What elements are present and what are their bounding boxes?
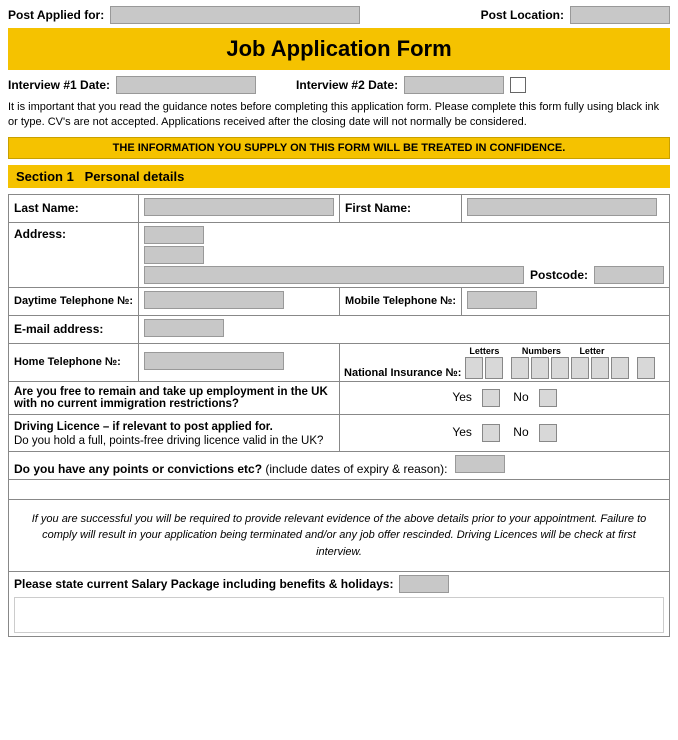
last-name-input[interactable]	[144, 198, 334, 216]
ni-box-l1[interactable]	[465, 357, 483, 379]
driving-licence-no-checkbox[interactable]	[539, 424, 557, 442]
salary-label: Please state current Salary Package incl…	[14, 577, 393, 591]
convictions-cell: Do you have any points or convictions et…	[9, 451, 670, 479]
address-cell: Postcode:	[139, 222, 670, 287]
daytime-tel-cell	[139, 287, 340, 315]
salary-extra-space	[14, 597, 664, 633]
ni-box-n5[interactable]	[591, 357, 609, 379]
section1-header: Section 1 Personal details	[8, 165, 670, 188]
address-input-1[interactable]	[144, 226, 204, 244]
postcode-label: Postcode:	[530, 268, 588, 282]
daytime-tel-label: Daytime Telephone №:	[9, 287, 139, 315]
table-row: E-mail address:	[9, 315, 670, 343]
email-input[interactable]	[144, 319, 224, 337]
post-applied-label: Post Applied for:	[8, 8, 104, 22]
table-row: Last Name: First Name:	[9, 194, 670, 222]
italic-note-text: If you are successful you will be requir…	[14, 503, 664, 569]
salary-cell: Please state current Salary Package incl…	[9, 572, 670, 637]
ni-letters-header: Letters	[465, 346, 503, 356]
ni-box-n4[interactable]	[571, 357, 589, 379]
table-row: Please state current Salary Package incl…	[9, 572, 670, 637]
address-label: Address:	[9, 222, 139, 287]
driving-licence-label: Driving Licence – if relevant to post ap…	[14, 419, 334, 435]
ni-numbers-header: Numbers	[505, 346, 577, 356]
driving-licence-yes-label: Yes	[452, 425, 472, 439]
convictions-label: Do you have any points or convictions et…	[14, 462, 262, 476]
table-row: Are you free to remain and take up emplo…	[9, 381, 670, 414]
free-to-remain-no-label: No	[513, 390, 528, 404]
ni-letter-header: Letter	[579, 346, 597, 356]
post-applied-input[interactable]	[110, 6, 360, 24]
mobile-tel-label: Mobile Telephone №:	[340, 287, 462, 315]
post-location-label: Post Location:	[481, 8, 564, 22]
table-row: Driving Licence – if relevant to post ap…	[9, 414, 670, 451]
home-tel-input[interactable]	[144, 352, 284, 370]
free-to-remain-yesno: Yes No	[340, 381, 670, 414]
home-tel-label: Home Telephone №:	[9, 343, 139, 381]
table-row: Daytime Telephone №: Mobile Telephone №:	[9, 287, 670, 315]
salary-input[interactable]	[399, 575, 449, 593]
first-name-cell	[462, 194, 670, 222]
table-row: If you are successful you will be requir…	[9, 499, 670, 572]
ni-box-l2[interactable]	[485, 357, 503, 379]
interview2-input[interactable]	[404, 76, 504, 94]
mobile-tel-cell	[462, 287, 670, 315]
convictions-input[interactable]	[455, 455, 505, 473]
form-title: Job Application Form	[8, 28, 670, 70]
ni-box-n1[interactable]	[511, 357, 529, 379]
address-input-3[interactable]	[144, 266, 524, 284]
first-name-input[interactable]	[467, 198, 657, 216]
email-cell	[139, 315, 670, 343]
address-input-2[interactable]	[144, 246, 204, 264]
table-row: Home Telephone №: National Insurance №: …	[9, 343, 670, 381]
checkbox-interview2[interactable]	[510, 77, 526, 93]
ni-box-n3[interactable]	[551, 357, 569, 379]
interview2-label: Interview #2 Date:	[296, 78, 398, 92]
table-row: Do you have any points or convictions et…	[9, 451, 670, 479]
table-row	[9, 479, 670, 499]
convictions-extra-space	[9, 479, 670, 499]
free-to-remain-yes-checkbox[interactable]	[482, 389, 500, 407]
email-label: E-mail address:	[9, 315, 139, 343]
free-to-remain-no-checkbox[interactable]	[539, 389, 557, 407]
driving-licence-yes-checkbox[interactable]	[482, 424, 500, 442]
free-to-remain-yes-label: Yes	[452, 390, 472, 404]
driving-licence-sublabel: Do you hold a full, points-free driving …	[14, 435, 334, 447]
ni-cell: National Insurance №: Letters Numbers Le…	[340, 343, 670, 381]
free-to-remain-cell: Are you free to remain and take up emplo…	[9, 381, 340, 414]
first-name-label: First Name:	[340, 194, 462, 222]
personal-details-table: Last Name: First Name: Address: Postcode…	[8, 194, 670, 638]
driving-licence-cell: Driving Licence – if relevant to post ap…	[9, 414, 340, 451]
free-to-remain-label: Are you free to remain and take up emplo…	[14, 386, 328, 410]
driving-licence-yesno: Yes No	[340, 414, 670, 451]
daytime-tel-input[interactable]	[144, 291, 284, 309]
interview1-input[interactable]	[116, 76, 256, 94]
notes-text: It is important that you read the guidan…	[8, 100, 670, 131]
confidence-bar: THE INFORMATION YOU SUPPLY ON THIS FORM …	[8, 137, 670, 159]
driving-licence-no-label: No	[513, 425, 528, 439]
postcode-input[interactable]	[594, 266, 664, 284]
ni-label: National Insurance №:	[344, 367, 461, 379]
ni-boxes-container: Letters Numbers Letter	[465, 346, 655, 379]
post-location-input[interactable]	[570, 6, 670, 24]
ni-box-n6[interactable]	[611, 357, 629, 379]
ni-box-n2[interactable]	[531, 357, 549, 379]
interview1-label: Interview #1 Date:	[8, 78, 110, 92]
ni-box-letter[interactable]	[637, 357, 655, 379]
table-row: Address: Postcode:	[9, 222, 670, 287]
italic-note-cell: If you are successful you will be requir…	[9, 499, 670, 572]
last-name-cell	[139, 194, 340, 222]
mobile-tel-input[interactable]	[467, 291, 537, 309]
home-tel-cell	[139, 343, 340, 381]
last-name-label: Last Name:	[9, 194, 139, 222]
convictions-sublabel: (include dates of expiry & reason):	[265, 462, 447, 476]
